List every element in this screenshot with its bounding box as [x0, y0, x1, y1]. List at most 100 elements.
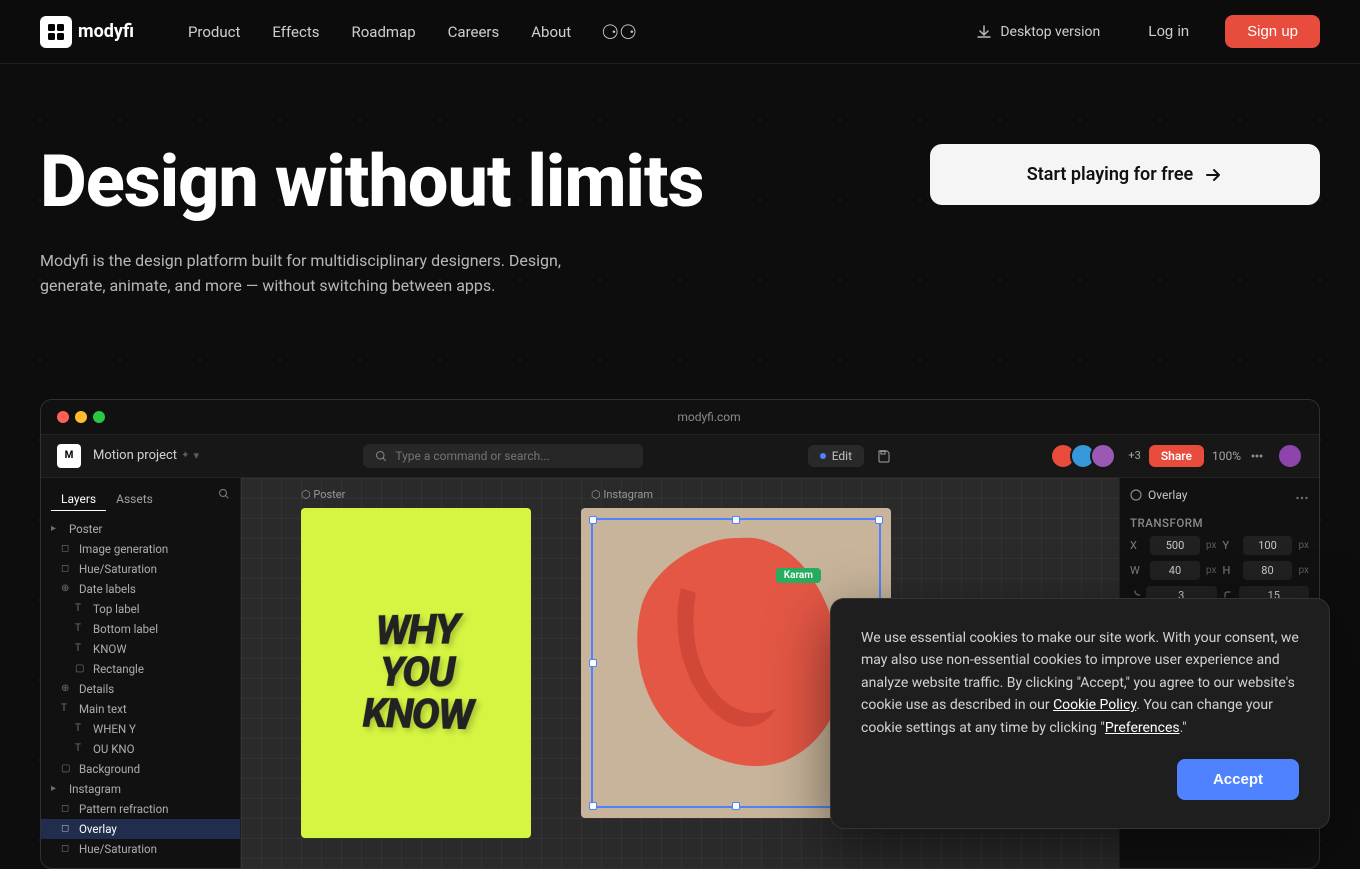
layer-text-icon: T: [75, 643, 87, 654]
nav-links: Product Effects Roadmap Careers About ⚆⚆: [174, 14, 964, 50]
selection-handle-tl[interactable]: [589, 516, 597, 524]
transform-label: Transform: [1130, 516, 1309, 530]
layer-details[interactable]: ⊕ Details: [41, 679, 240, 699]
app-toolbar: M Motion project ✦ ▾ Type a command or s…: [41, 435, 1319, 478]
y-input[interactable]: 100: [1243, 536, 1293, 555]
layer-text-icon: T: [75, 623, 87, 634]
logo-icon: [40, 16, 72, 48]
layer-rect-icon: ▢: [61, 763, 73, 774]
nav-roadmap[interactable]: Roadmap: [338, 17, 430, 47]
wh-row: W 40 px H 80 px: [1130, 561, 1309, 580]
user-cursor-badge: Karam: [776, 568, 821, 583]
layer-background[interactable]: ▢ Background: [41, 759, 240, 779]
selection-handle-ml[interactable]: [589, 659, 597, 667]
layer-instagram[interactable]: ▸ Instagram: [41, 779, 240, 799]
layer-hue-sat-1[interactable]: ◻ Hue/Saturation: [41, 559, 240, 579]
cta-button[interactable]: Start playing for free: [930, 144, 1320, 205]
tab-layers[interactable]: Layers: [51, 488, 106, 511]
nav-product[interactable]: Product: [174, 17, 254, 47]
selection-handle-bl[interactable]: [589, 802, 597, 810]
layer-pattern[interactable]: ◻ Pattern refraction: [41, 799, 240, 819]
hero-headline: Design without limits: [40, 144, 740, 220]
logo[interactable]: modyfi: [40, 16, 134, 48]
layer-main-text[interactable]: T Main text: [41, 699, 240, 719]
selection-handle-tm[interactable]: [732, 516, 740, 524]
layer-when-y[interactable]: T WHEN Y: [41, 719, 240, 739]
download-icon: [976, 24, 992, 40]
minimize-traffic-light[interactable]: [75, 411, 87, 423]
layer-ou-kno[interactable]: T OU KNO: [41, 739, 240, 759]
layer-rect-icon: ▢: [75, 663, 87, 674]
xy-row: X 500 px Y 100 px: [1130, 536, 1309, 555]
poster-frame-label: ⬡ Poster: [301, 488, 345, 501]
overlay-section-header: Overlay: [1130, 488, 1309, 508]
layer-image-gen[interactable]: ◻ Image generation: [41, 539, 240, 559]
toolbar-right: +3 Share 100%: [1056, 443, 1303, 469]
selection-handle-tr[interactable]: [875, 516, 883, 524]
edit-indicator: [820, 453, 826, 459]
cookie-text: We use essential cookies to make our sit…: [861, 627, 1299, 739]
search-layers-icon[interactable]: [218, 488, 230, 500]
layer-overlay[interactable]: ◻ Overlay: [41, 819, 240, 839]
w-input[interactable]: 40: [1150, 561, 1200, 580]
search-icon: [375, 450, 387, 462]
avatar-3: [1090, 443, 1116, 469]
collaborator-avatars: [1056, 443, 1116, 469]
hero-subtext: Modyfi is the design platform built for …: [40, 248, 600, 299]
layer-text-icon: T: [75, 723, 87, 734]
panel-tabs: Layers Assets: [41, 488, 240, 511]
poster-art-text: WHYYOUKNOW: [362, 608, 472, 737]
layers-panel: Layers Assets ▸ Poster ◻ Image generatio…: [41, 478, 241, 868]
layer-text-icon: T: [75, 743, 87, 754]
nav-effects[interactable]: Effects: [258, 17, 333, 47]
layer-type-icon: ◻: [61, 803, 73, 814]
close-traffic-light[interactable]: [57, 411, 69, 423]
overlay-icon: [1130, 489, 1142, 501]
tab-assets[interactable]: Assets: [106, 488, 163, 511]
accept-button[interactable]: Accept: [1177, 759, 1299, 800]
layer-text-icon: T: [75, 603, 87, 614]
save-icon[interactable]: [876, 448, 892, 464]
overlay-label-text: Overlay: [1148, 488, 1187, 502]
cookie-policy-link[interactable]: Cookie Policy: [1053, 697, 1136, 713]
more-icon[interactable]: [1295, 491, 1309, 505]
preferences-link[interactable]: Preferences: [1105, 720, 1180, 736]
brand-name: modyfi: [78, 21, 134, 42]
layer-bottom-label[interactable]: T Bottom label: [41, 619, 240, 639]
x-input[interactable]: 500: [1150, 536, 1200, 555]
app-chrome-bar: modyfi.com: [41, 400, 1319, 435]
login-button[interactable]: Log in: [1128, 15, 1209, 48]
hero-section: Design without limits Modyfi is the desi…: [0, 64, 1360, 379]
layer-know[interactable]: T KNOW: [41, 639, 240, 659]
app-logo-small: M: [57, 444, 81, 468]
nav-extras-icon[interactable]: ⚆⚆: [589, 14, 649, 50]
layer-arrow-icon: ▸: [51, 523, 63, 534]
layer-poster[interactable]: ▸ Poster: [41, 519, 240, 539]
layer-date-labels[interactable]: ⊕ Date labels: [41, 579, 240, 599]
layer-group-icon: ⊕: [61, 683, 73, 694]
nav-about[interactable]: About: [517, 17, 585, 47]
h-input[interactable]: 80: [1243, 561, 1293, 580]
edit-mode-button[interactable]: Edit: [808, 445, 864, 467]
nav-careers[interactable]: Careers: [434, 17, 514, 47]
navbar: modyfi Product Effects Roadmap Careers A…: [0, 0, 1360, 64]
layer-type-icon: ◻: [61, 543, 73, 554]
signup-button[interactable]: Sign up: [1225, 15, 1320, 48]
layer-type-icon: ◻: [61, 843, 73, 854]
cookie-actions: Accept: [861, 759, 1299, 800]
layer-rectangle[interactable]: ▢ Rectangle: [41, 659, 240, 679]
current-user-avatar: [1277, 443, 1303, 469]
arrow-right-icon: [1203, 165, 1223, 185]
layer-hue-sat-2[interactable]: ◻ Hue/Saturation: [41, 839, 240, 859]
selection-handle-bm[interactable]: [732, 802, 740, 810]
more-options-icon[interactable]: [1249, 448, 1265, 464]
url-bar: modyfi.com: [115, 410, 1303, 424]
instagram-frame-label: ⬡ Instagram: [591, 488, 653, 501]
maximize-traffic-light[interactable]: [93, 411, 105, 423]
layer-group-icon: ⊕: [61, 583, 73, 594]
cookie-banner: We use essential cookies to make our sit…: [830, 598, 1330, 829]
share-button[interactable]: Share: [1149, 445, 1204, 467]
desktop-version-button[interactable]: Desktop version: [964, 18, 1112, 46]
layer-top-label[interactable]: T Top label: [41, 599, 240, 619]
app-search-bar[interactable]: Type a command or search...: [363, 444, 643, 468]
